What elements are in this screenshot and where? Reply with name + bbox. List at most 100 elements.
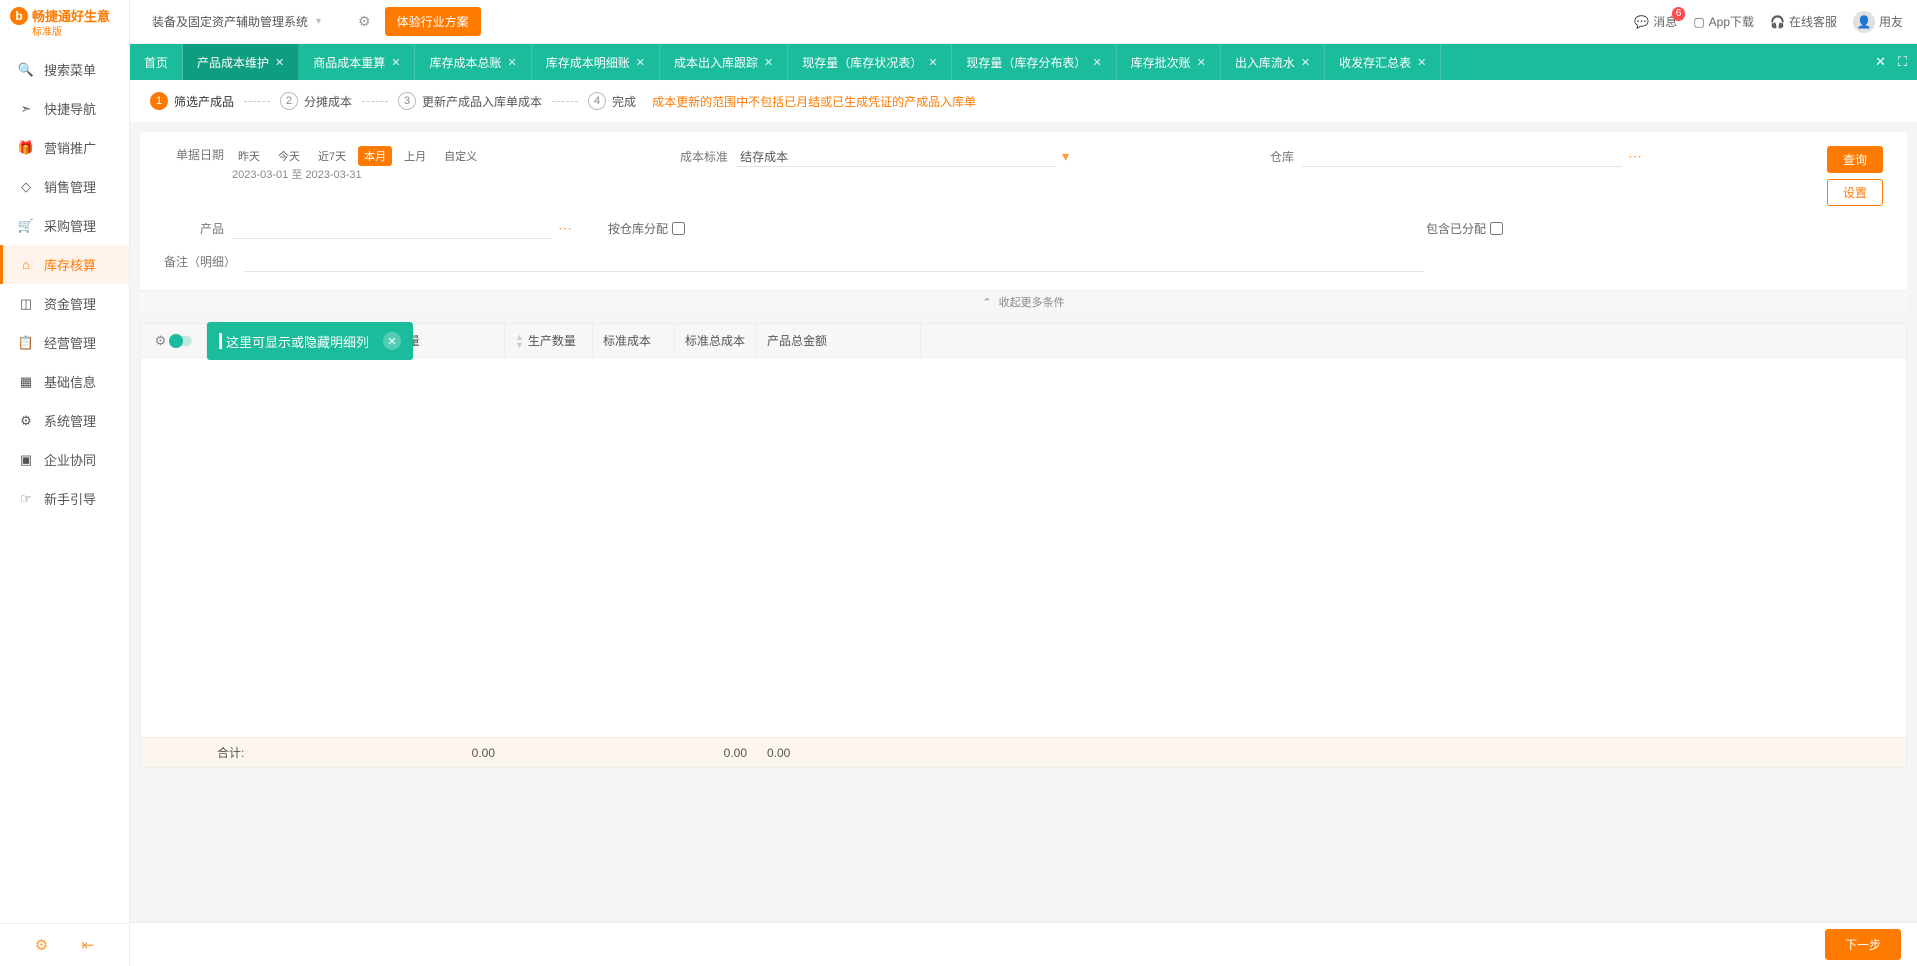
step-label: 完成 bbox=[612, 93, 636, 110]
sidebar-item-label: 销售管理 bbox=[44, 177, 96, 196]
tab-close-icon[interactable]: ✕ bbox=[1197, 56, 1206, 69]
sidebar-item-2[interactable]: 🎁 营销推广 bbox=[0, 128, 129, 167]
close-all-tabs-icon[interactable]: ✕ bbox=[1875, 54, 1886, 70]
date-preset-0[interactable]: 昨天 bbox=[232, 146, 266, 166]
footer-cell-0 bbox=[141, 738, 207, 767]
tab-3[interactable]: 库存成本总账✕ bbox=[415, 44, 531, 80]
tab-label: 库存成本明细账 bbox=[546, 54, 630, 71]
tab-close-icon[interactable]: ✕ bbox=[1092, 56, 1101, 69]
tab-9[interactable]: 出入库流水✕ bbox=[1221, 44, 1325, 80]
include-allocated-checkbox[interactable]: 包含已分配 bbox=[1426, 220, 1503, 237]
tab-2[interactable]: 商品成本重算 ✕ bbox=[299, 44, 415, 80]
by-warehouse-checkbox[interactable]: 按仓库分配 bbox=[608, 220, 685, 237]
steps-warning: 成本更新的范围中不包括已月结或已生成凭证的产成品入库单 bbox=[652, 93, 976, 110]
tab-8[interactable]: 库存批次账 ✕ bbox=[1117, 44, 1221, 80]
customerservice-link[interactable]: 🎧 在线客服 bbox=[1770, 13, 1837, 30]
tab-close-icon[interactable]: ✕ bbox=[1417, 56, 1426, 69]
main-area: 装备及固定资产辅助管理系统 ▾ ⚙ 体验行业方案 💬 消息 6 ▢ App下载 … bbox=[130, 0, 1917, 966]
sidebar-settings-icon[interactable]: ⚙ bbox=[35, 936, 48, 954]
avatar: 👤 bbox=[1853, 11, 1875, 33]
sidebar-item-6[interactable]: ◫资金管理 bbox=[0, 284, 129, 323]
tab-6[interactable]: 现存量（库存状况表）✕ bbox=[788, 44, 952, 80]
table-body bbox=[141, 358, 1906, 737]
sidebar-item-label: 库存核算 bbox=[44, 255, 96, 274]
sidebar-item-5[interactable]: ⌂库存核算 bbox=[0, 245, 129, 284]
filter-settings-button[interactable]: 设置 bbox=[1827, 179, 1883, 206]
sidebar-item-11[interactable]: ☞ 新手引导 bbox=[0, 479, 129, 518]
sidebar-item-7[interactable]: 📋经营管理 bbox=[0, 323, 129, 362]
tab-close-icon[interactable]: ✕ bbox=[636, 56, 645, 69]
warehouse-label: 仓库 bbox=[1254, 148, 1294, 165]
next-button[interactable]: 下一步 bbox=[1825, 929, 1901, 960]
date-preset-4[interactable]: 上月 bbox=[398, 146, 432, 166]
sidebar-item-label: 新手引导 bbox=[44, 489, 96, 508]
table-footer: 合计:0.000.000.00 bbox=[141, 737, 1906, 767]
user-menu[interactable]: 👤 用友 bbox=[1853, 11, 1903, 33]
messages-link[interactable]: 💬 消息 6 bbox=[1634, 13, 1677, 30]
sidebar-item-3[interactable]: ◇销售管理 bbox=[0, 167, 129, 206]
tab-close-icon[interactable]: ✕ bbox=[391, 56, 400, 69]
tab-4[interactable]: 库存成本明细账 ✕ bbox=[532, 44, 660, 80]
gift-icon: 🎁 bbox=[18, 140, 34, 156]
appdownload-link[interactable]: ▢ App下载 bbox=[1693, 13, 1754, 30]
tab-0[interactable]: 首页 bbox=[130, 44, 183, 80]
th-std_cost: 标准成本 bbox=[593, 324, 675, 357]
tab-label: 库存批次账 bbox=[1131, 54, 1191, 71]
system-selector[interactable]: 装备及固定资产辅助管理系统 ▾ bbox=[144, 9, 344, 34]
by-warehouse-input[interactable] bbox=[672, 222, 685, 235]
sidebar-item-label: 企业协同 bbox=[44, 450, 96, 469]
sidebar-item-label: 经营管理 bbox=[44, 333, 96, 352]
include-allocated-input[interactable] bbox=[1490, 222, 1503, 235]
chevron-down-icon[interactable]: ▾ bbox=[1062, 148, 1069, 165]
cost-std-select[interactable] bbox=[736, 146, 1056, 167]
tab-label: 商品成本重算 bbox=[313, 54, 385, 71]
tab-close-icon[interactable]: ✕ bbox=[764, 56, 773, 69]
tab-7[interactable]: 现存量（库存分布表） ✕ bbox=[952, 44, 1116, 80]
more-icon[interactable]: ⋯ bbox=[1628, 148, 1642, 165]
tab-10[interactable]: 收发存汇总表✕ bbox=[1325, 44, 1441, 80]
sidebar-item-label: 营销推广 bbox=[44, 138, 96, 157]
sidebar-item-1[interactable]: ➣快捷导航 bbox=[0, 89, 129, 128]
cart-icon: 🛒 bbox=[18, 218, 34, 234]
more-icon[interactable]: ⋯ bbox=[558, 220, 572, 237]
date-preset-1[interactable]: 今天 bbox=[272, 146, 306, 166]
tab-close-icon[interactable]: ✕ bbox=[928, 56, 937, 69]
sidebar-collapse-icon[interactable]: ⇤ bbox=[82, 936, 95, 954]
tab-label: 现存量（库存分布表） bbox=[966, 54, 1086, 71]
trial-button[interactable]: 体验行业方案 bbox=[385, 7, 481, 36]
product-label: 产品 bbox=[164, 220, 224, 237]
footer-cell-3 bbox=[505, 738, 593, 767]
gear-icon: ⚙ bbox=[18, 413, 34, 429]
date-preset-2[interactable]: 近7天 bbox=[312, 146, 352, 166]
date-preset-3[interactable]: 本月 bbox=[358, 146, 392, 166]
tab-close-icon[interactable]: ✕ bbox=[1301, 56, 1310, 69]
sidebar-item-0[interactable]: 🔍搜索菜单 bbox=[0, 50, 129, 89]
query-button[interactable]: 查询 bbox=[1827, 146, 1883, 173]
th-label: 标准总成本 bbox=[685, 332, 745, 349]
topbar-gear-icon[interactable]: ⚙ bbox=[358, 13, 371, 30]
hand-icon: ☞ bbox=[18, 491, 34, 507]
tab-close-icon[interactable]: ✕ bbox=[508, 56, 517, 69]
date-preset-5[interactable]: 自定义 bbox=[438, 146, 483, 166]
logo-area: b 畅捷通好生意 标准版 bbox=[0, 0, 129, 40]
detail-toggle[interactable] bbox=[170, 336, 192, 346]
tab-5[interactable]: 成本出入库跟踪✕ bbox=[660, 44, 788, 80]
footer-cell-4 bbox=[593, 738, 675, 767]
tab-1[interactable]: 产品成本维护✕ bbox=[183, 44, 299, 80]
sort-icon: ▲▼ bbox=[515, 333, 524, 349]
sidebar-item-10[interactable]: ▣企业协同 bbox=[0, 440, 129, 479]
remark-input[interactable] bbox=[244, 251, 1424, 272]
sidebar-item-4[interactable]: 🛒采购管理 bbox=[0, 206, 129, 245]
tab-close-icon[interactable]: ✕ bbox=[275, 56, 284, 69]
step-number: 4 bbox=[588, 92, 606, 110]
warehouse-select[interactable] bbox=[1302, 146, 1622, 167]
sidebar-item-8[interactable]: ▦基础信息 bbox=[0, 362, 129, 401]
product-input[interactable] bbox=[232, 218, 552, 239]
sidebar-item-9[interactable]: ⚙系统管理 bbox=[0, 401, 129, 440]
chevron-down-icon: ▾ bbox=[316, 16, 321, 27]
fullscreen-icon[interactable]: ⛶ bbox=[1898, 54, 1907, 70]
collapse-filter-toggle[interactable]: ⌃ 收起更多条件 bbox=[140, 290, 1907, 313]
tooltip-close-icon[interactable]: ✕ bbox=[383, 332, 401, 350]
column-gear-icon[interactable]: ⚙ bbox=[155, 333, 167, 349]
th-prod_qty[interactable]: ▲▼生产数量 bbox=[505, 324, 593, 357]
